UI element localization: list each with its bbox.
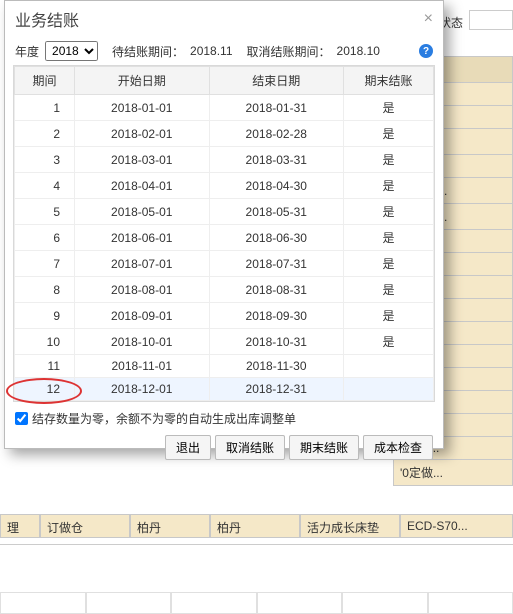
cell-start: 2018-06-01 (75, 225, 210, 251)
cancel-close-button[interactable]: 取消结账 (215, 435, 285, 460)
auto-adjust-checkbox[interactable] (15, 412, 28, 425)
cell-period: 11 (15, 355, 75, 378)
cell-end: 2018-10-31 (209, 329, 344, 355)
table-row[interactable]: 52018-05-012018-05-31是 (15, 199, 434, 225)
cell-start: 2018-02-01 (75, 121, 210, 147)
table-row[interactable]: 32018-03-012018-03-31是 (15, 147, 434, 173)
col-end[interactable]: 结束日期 (209, 67, 344, 95)
cell-start: 2018-10-01 (75, 329, 210, 355)
closing-dialog: 业务结账 × 年度 2018 待结账期间： 2018.11 取消结账期间： 20… (4, 0, 444, 449)
cell-closed: 是 (344, 303, 434, 329)
cell-start: 2018-03-01 (75, 147, 210, 173)
table-row[interactable]: 62018-06-012018-06-30是 (15, 225, 434, 251)
status-input[interactable] (469, 10, 513, 30)
cell-period: 5 (15, 199, 75, 225)
cell-closed: 是 (344, 225, 434, 251)
table-row[interactable]: 112018-11-012018-11-30 (15, 355, 434, 378)
background-footer (0, 544, 513, 614)
table-row[interactable]: 122018-12-012018-12-31 (15, 378, 434, 401)
cell-closed: 是 (344, 277, 434, 303)
cell-end: 2018-08-31 (209, 277, 344, 303)
close-icon[interactable]: × (424, 10, 433, 28)
month-close-button[interactable]: 期末结账 (289, 435, 359, 460)
cell-start: 2018-11-01 (75, 355, 210, 378)
cell-period: 3 (15, 147, 75, 173)
cell-period: 12 (15, 378, 75, 401)
cell-period: 7 (15, 251, 75, 277)
cell-closed: 是 (344, 121, 434, 147)
cell-period: 8 (15, 277, 75, 303)
col-start[interactable]: 开始日期 (75, 67, 210, 95)
cell-closed: 是 (344, 173, 434, 199)
cell-end: 2018-01-31 (209, 95, 344, 121)
cell-end: 2018-05-31 (209, 199, 344, 225)
year-select[interactable]: 2018 (45, 41, 98, 61)
table-row[interactable]: 22018-02-012018-02-28是 (15, 121, 434, 147)
table-row[interactable]: 12018-01-012018-01-31是 (15, 95, 434, 121)
cell-end: 2018-02-28 (209, 121, 344, 147)
table-row[interactable]: 72018-07-012018-07-31是 (15, 251, 434, 277)
dialog-title: 业务结账 (15, 7, 79, 31)
pending-value: 2018.11 (190, 44, 233, 58)
cell-end: 2018-12-31 (209, 378, 344, 401)
cell-closed: 是 (344, 251, 434, 277)
cell-period: 4 (15, 173, 75, 199)
cell-end: 2018-11-30 (209, 355, 344, 378)
table-row[interactable]: 82018-08-012018-08-31是 (15, 277, 434, 303)
auto-adjust-label: 结存数量为零，余额不为零的自动生成出库调整单 (32, 410, 296, 427)
help-icon[interactable]: ? (419, 44, 433, 58)
table-row[interactable]: 42018-04-012018-04-30是 (15, 173, 434, 199)
cell-closed (344, 378, 434, 401)
cell-closed (344, 355, 434, 378)
exit-button[interactable]: 退出 (165, 435, 211, 460)
col-period[interactable]: 期间 (15, 67, 75, 95)
cell-end: 2018-03-31 (209, 147, 344, 173)
cell-closed: 是 (344, 95, 434, 121)
cell-start: 2018-12-01 (75, 378, 210, 401)
cell-period: 2 (15, 121, 75, 147)
cell-period: 9 (15, 303, 75, 329)
cell-period: 6 (15, 225, 75, 251)
background-bottom-row: 理 订做仓 柏丹 柏丹 活力成长床垫 ECD-S70... (0, 514, 513, 538)
cell-start: 2018-05-01 (75, 199, 210, 225)
year-label: 年度 (15, 43, 39, 60)
cancel-period-label: 取消结账期间： (247, 43, 331, 60)
cell-end: 2018-06-30 (209, 225, 344, 251)
table-row[interactable]: 102018-10-012018-10-31是 (15, 329, 434, 355)
cell-end: 2018-09-30 (209, 303, 344, 329)
col-closed[interactable]: 期末结账 (344, 67, 434, 95)
period-grid: 期间 开始日期 结束日期 期末结账 12018-01-012018-01-31是… (13, 65, 435, 402)
cell-period: 10 (15, 329, 75, 355)
cell-closed: 是 (344, 147, 434, 173)
cell-end: 2018-04-30 (209, 173, 344, 199)
cell-start: 2018-08-01 (75, 277, 210, 303)
cancel-period-value: 2018.10 (337, 44, 380, 58)
table-row[interactable]: 92018-09-012018-09-30是 (15, 303, 434, 329)
pending-label: 待结账期间： (112, 43, 184, 60)
cell-closed: 是 (344, 329, 434, 355)
cell-start: 2018-09-01 (75, 303, 210, 329)
cell-start: 2018-07-01 (75, 251, 210, 277)
cell-period: 1 (15, 95, 75, 121)
cost-check-button[interactable]: 成本检查 (363, 435, 433, 460)
cell-start: 2018-01-01 (75, 95, 210, 121)
cell-end: 2018-07-31 (209, 251, 344, 277)
cell-closed: 是 (344, 199, 434, 225)
cell-start: 2018-04-01 (75, 173, 210, 199)
